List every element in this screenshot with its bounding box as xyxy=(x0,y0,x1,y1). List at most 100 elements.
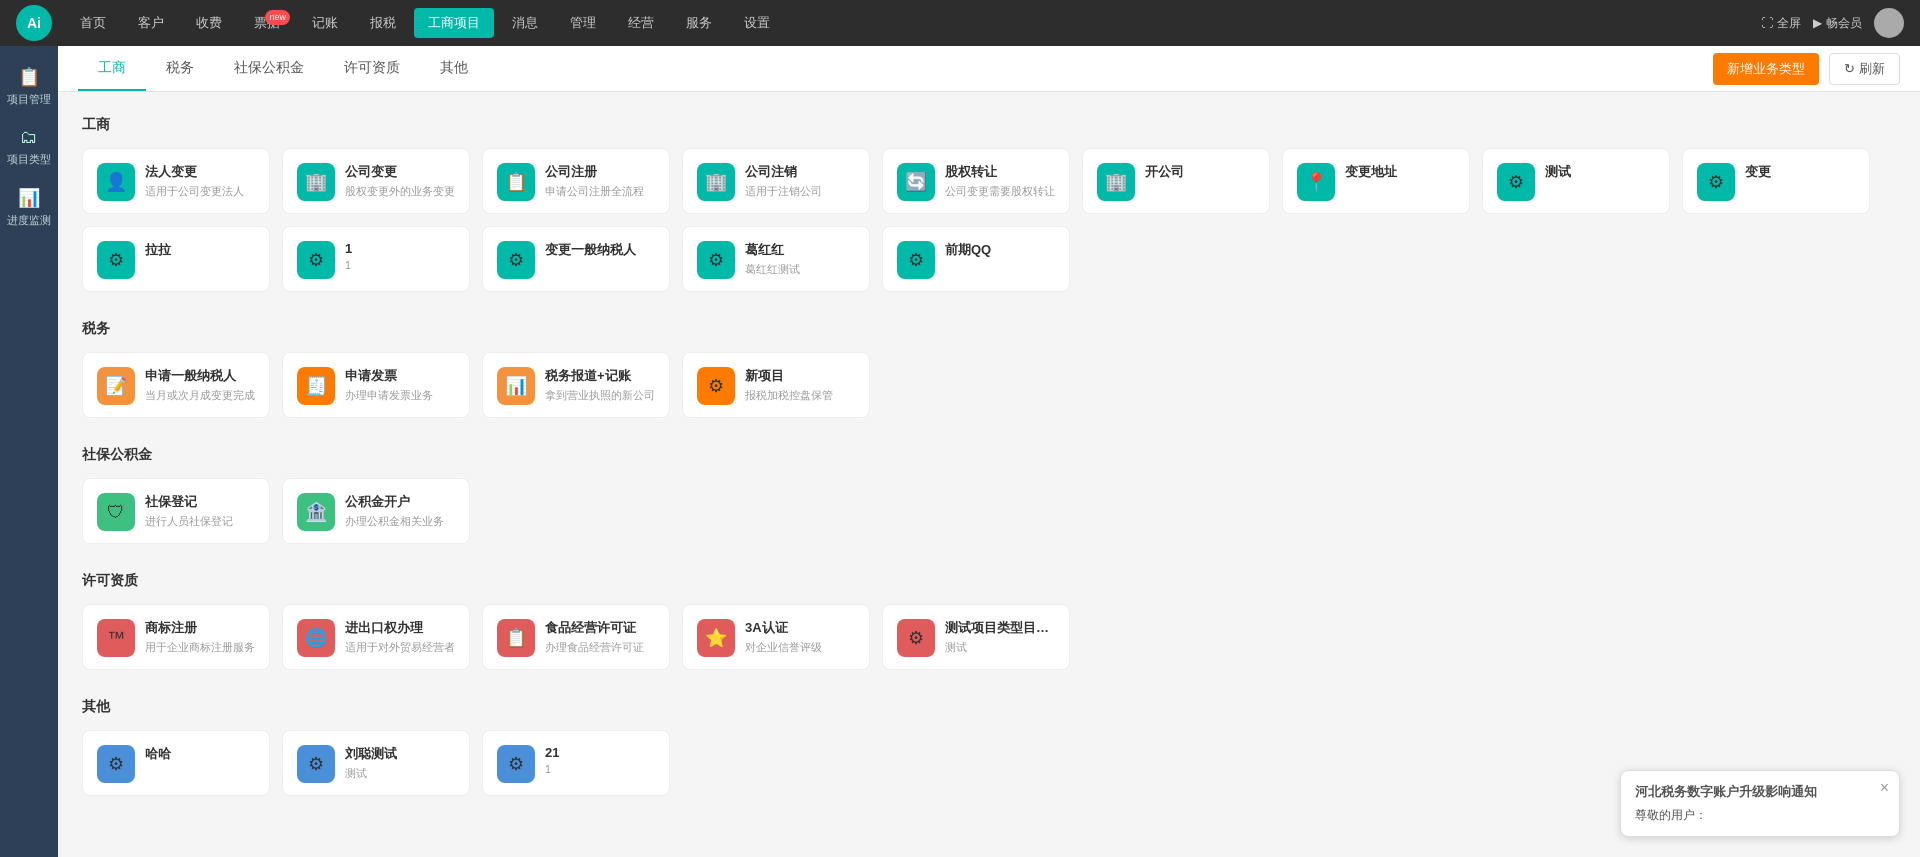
tab-shebao[interactable]: 社保公积金 xyxy=(214,47,324,91)
nav-ticket[interactable]: 票据 new xyxy=(240,8,294,38)
card-name-7: 测试 xyxy=(1545,163,1655,181)
sidebar-label-progress: 进度监测 xyxy=(7,213,51,228)
card-icon-10: ⚙ xyxy=(297,241,335,279)
cards-xuke: ™ 商标注册 用于企业商标注册服务 🌐 进出口权办理 适用于对外贸易经营者 📋 … xyxy=(82,604,1896,670)
tab-xuke[interactable]: 许可资质 xyxy=(324,47,420,91)
card-name-11: 变更一般纳税人 xyxy=(545,241,655,259)
nav-customer[interactable]: 客户 xyxy=(124,8,178,38)
card-gongsibiangeng[interactable]: 🏢 公司变更 股权变更外的业务变更 xyxy=(282,148,470,214)
card-desc-xk-0: 用于企业商标注册服务 xyxy=(145,640,255,655)
nav-bookkeeping[interactable]: 记账 xyxy=(298,8,352,38)
card-gongsizhuce[interactable]: 📋 公司注册 申请公司注册全流程 xyxy=(482,148,670,214)
card-name-sw-1: 申请发票 xyxy=(345,367,455,385)
card-gongsizuxiao[interactable]: 🏢 公司注销 适用于注销公司 xyxy=(682,148,870,214)
card-name-6: 变更地址 xyxy=(1345,163,1455,181)
card-biangeng-納税人[interactable]: ⚙ 变更一般纳税人 xyxy=(482,226,670,292)
cards-gongshang: 👤 法人变更 适用于公司变更法人 🏢 公司变更 股权变更外的业务变更 📋 公司注… xyxy=(82,148,1896,292)
card-icon-6: 📍 xyxy=(1297,163,1335,201)
sidebar-item-progress[interactable]: 📊 进度监测 xyxy=(0,177,58,238)
card-shuiwu-baodao[interactable]: 📊 税务报道+记账 拿到营业执照的新公司 xyxy=(482,352,670,418)
sidebar-item-project-manage[interactable]: 📋 项目管理 xyxy=(0,56,58,117)
nav-settings[interactable]: 设置 xyxy=(730,8,784,38)
card-biangengdizhi[interactable]: 📍 变更地址 xyxy=(1282,148,1470,214)
nav-operation[interactable]: 经营 xyxy=(614,8,668,38)
card-name-xk-1: 进出口权办理 xyxy=(345,619,455,637)
section-title-other: 其他 xyxy=(82,698,1896,716)
card-3a-renzheng[interactable]: ⭐ 3A认证 对企业信誉评级 xyxy=(682,604,870,670)
card-name-9: 拉拉 xyxy=(145,241,255,259)
card-qianqiqq[interactable]: ⚙ 前期QQ xyxy=(882,226,1070,292)
card-name-xk-0: 商标注册 xyxy=(145,619,255,637)
card-shangbiao[interactable]: ™ 商标注册 用于企业商标注册服务 xyxy=(82,604,270,670)
refresh-button[interactable]: ↻ 刷新 xyxy=(1829,53,1900,85)
card-icon-4: 🔄 xyxy=(897,163,935,201)
card-icon-12: ⚙ xyxy=(697,241,735,279)
card-shenqing-納税人[interactable]: 📝 申请一般纳税人 当月或次月成变更完成 xyxy=(82,352,270,418)
card-desc-sw-2: 拿到营业执照的新公司 xyxy=(545,388,655,403)
card-haha[interactable]: ⚙ 哈哈 xyxy=(82,730,270,796)
card-desc-ot-2: 1 xyxy=(545,763,655,775)
new-business-type-button[interactable]: 新增业务类型 xyxy=(1713,53,1819,85)
top-nav: Ai 首页 客户 收费 票据 new 记账 报税 工商项目 消息 管理 经营 服… xyxy=(0,0,1920,46)
vip-icon: ▶ xyxy=(1813,16,1822,30)
nav-tax[interactable]: 报税 xyxy=(356,8,410,38)
nav-right: ⛶ 全屏 ▶ 畅会员 xyxy=(1761,8,1904,38)
card-falvbiangeng[interactable]: 👤 法人变更 适用于公司变更法人 xyxy=(82,148,270,214)
card-biangeng[interactable]: ⚙ 变更 xyxy=(1682,148,1870,214)
project-manage-icon: 📋 xyxy=(18,66,40,88)
card-desc-0: 适用于公司变更法人 xyxy=(145,184,255,199)
card-name-10: 1 xyxy=(345,241,455,256)
card-lala[interactable]: ⚙ 拉拉 xyxy=(82,226,270,292)
sidebar: 📋 项目管理 🗂 项目类型 📊 进度监测 xyxy=(0,46,58,844)
card-ceshi[interactable]: ⚙ 测试 xyxy=(1482,148,1670,214)
card-desc-sw-3: 报税加税控盘保管 xyxy=(745,388,855,403)
card-gehonghong[interactable]: ⚙ 葛红红 葛红红测试 xyxy=(682,226,870,292)
nav-business[interactable]: 工商项目 xyxy=(414,8,494,38)
card-icon-8: ⚙ xyxy=(1697,163,1735,201)
card-ceshi-xiangmu[interactable]: ⚙ 测试项目类型目定义 测试 xyxy=(882,604,1070,670)
tab-other[interactable]: 其他 xyxy=(420,47,488,91)
card-gongjijin-kaihu[interactable]: 🏦 公积金开户 办理公积金相关业务 xyxy=(282,478,470,544)
card-icon-sw-0: 📝 xyxy=(97,367,135,405)
project-type-icon: 🗂 xyxy=(20,127,38,148)
vip-btn[interactable]: ▶ 畅会员 xyxy=(1813,15,1862,32)
nav-home[interactable]: 首页 xyxy=(66,8,120,38)
svg-text:Ai: Ai xyxy=(27,15,41,31)
logo[interactable]: Ai xyxy=(16,5,52,41)
card-name-12: 葛红红 xyxy=(745,241,855,259)
notification-content: 尊敬的用户： xyxy=(1635,807,1885,824)
card-name-xk-3: 3A认证 xyxy=(745,619,855,637)
card-21[interactable]: ⚙ 21 1 xyxy=(482,730,670,796)
card-icon-11: ⚙ xyxy=(497,241,535,279)
fullscreen-btn[interactable]: ⛶ 全屏 xyxy=(1761,15,1801,32)
card-shenqing-fapiao[interactable]: 🧾 申请发票 办理申请发票业务 xyxy=(282,352,470,418)
nav-service[interactable]: 服务 xyxy=(672,8,726,38)
nav-manage[interactable]: 管理 xyxy=(556,8,610,38)
card-liucong-ceshi[interactable]: ⚙ 刘聪测试 测试 xyxy=(282,730,470,796)
card-jinchukouquan[interactable]: 🌐 进出口权办理 适用于对外贸易经营者 xyxy=(282,604,470,670)
tabs-actions: 新增业务类型 ↻ 刷新 xyxy=(1713,53,1900,85)
notification-close-button[interactable]: × xyxy=(1880,779,1889,797)
avatar[interactable] xyxy=(1874,8,1904,38)
card-name-sw-3: 新项目 xyxy=(745,367,855,385)
card-xinxiangmu[interactable]: ⚙ 新项目 报税加税控盘保管 xyxy=(682,352,870,418)
tab-gongshang[interactable]: 工商 xyxy=(78,47,146,91)
card-guquanzhuanrang[interactable]: 🔄 股权转让 公司变更需要股权转让 xyxy=(882,148,1070,214)
sidebar-label-project-manage: 项目管理 xyxy=(7,92,51,107)
card-one[interactable]: ⚙ 1 1 xyxy=(282,226,470,292)
nav-fee[interactable]: 收费 xyxy=(182,8,236,38)
card-name-0: 法人变更 xyxy=(145,163,255,181)
tab-shuiwu[interactable]: 税务 xyxy=(146,47,214,91)
card-desc-sw-0: 当月或次月成变更完成 xyxy=(145,388,255,403)
card-name-sb-0: 社保登记 xyxy=(145,493,255,511)
card-shebao-dengji[interactable]: 🛡 社保登记 进行人员社保登记 xyxy=(82,478,270,544)
section-title-xuke: 许可资质 xyxy=(82,572,1896,590)
section-title-gongshang: 工商 xyxy=(82,116,1896,134)
card-kaigongsi[interactable]: 🏢 开公司 xyxy=(1082,148,1270,214)
card-shipin-xuke[interactable]: 📋 食品经营许可证 办理食品经营许可证 xyxy=(482,604,670,670)
card-desc-10: 1 xyxy=(345,259,455,271)
card-desc-xk-1: 适用于对外贸易经营者 xyxy=(345,640,455,655)
sidebar-item-project-type[interactable]: 🗂 项目类型 xyxy=(0,117,58,177)
fullscreen-icon: ⛶ xyxy=(1761,16,1773,30)
nav-message[interactable]: 消息 xyxy=(498,8,552,38)
